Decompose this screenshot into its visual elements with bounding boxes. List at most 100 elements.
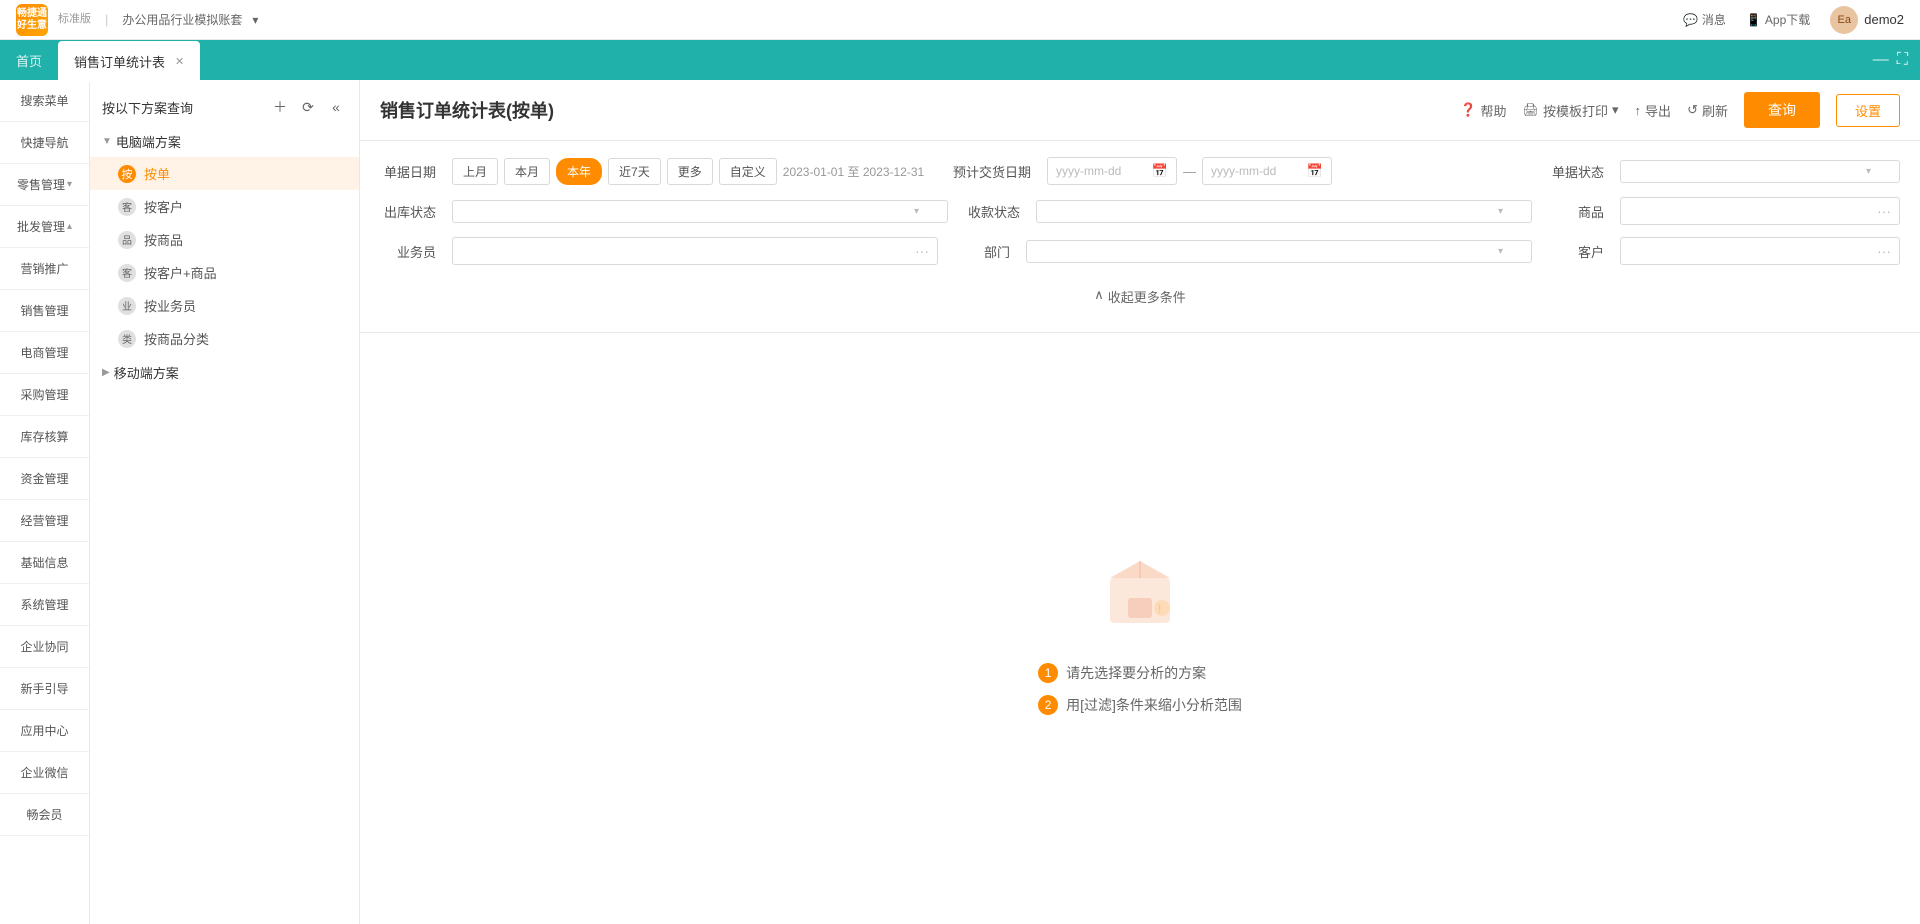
- sidebar-item-purchase[interactable]: 采购管理: [0, 374, 89, 416]
- print-button[interactable]: 🖨 按模板打印 ▾: [1522, 101, 1618, 120]
- product-ellipsis-icon[interactable]: ···: [1877, 203, 1891, 219]
- message-label: 消息: [1702, 11, 1726, 28]
- customer-ellipsis-icon[interactable]: ···: [1877, 243, 1891, 259]
- avatar-text: Ea: [1838, 14, 1851, 26]
- delivery-select[interactable]: ▾: [452, 200, 948, 223]
- expected-date-label: 预计交货日期: [953, 162, 1031, 181]
- scheme-group-mobile-label: 移动端方案: [114, 363, 179, 382]
- tab-home[interactable]: 首页: [0, 40, 58, 80]
- sidebar-item-finance[interactable]: 资金管理: [0, 458, 89, 500]
- payment-select[interactable]: ▾: [1036, 200, 1532, 223]
- sidebar-item-quicknav[interactable]: 快捷导航: [0, 122, 89, 164]
- sidebar-item-apps[interactable]: 应用中心: [0, 710, 89, 752]
- date-btn-custom[interactable]: 自定义: [719, 158, 777, 185]
- tab-sales-order[interactable]: 销售订单统计表 ✕: [58, 41, 200, 82]
- sidebar-item-wechat[interactable]: 企业微信: [0, 752, 89, 794]
- scheme-panel-icons: ＋ ⟳ «: [269, 96, 347, 118]
- sidebar-item-sales[interactable]: 销售管理: [0, 290, 89, 332]
- settings-button[interactable]: 设置: [1836, 94, 1900, 127]
- expected-date-from-placeholder: yyyy-mm-dd: [1056, 164, 1121, 178]
- export-button[interactable]: ↑ 导出: [1635, 101, 1672, 120]
- scheme-collapse-icon[interactable]: «: [325, 96, 347, 118]
- scheme-group-desktop-header[interactable]: ▼ 电脑端方案: [90, 126, 359, 157]
- scheme-add-icon[interactable]: ＋: [269, 96, 291, 118]
- empty-hint-1: 1 请先选择要分析的方案: [1038, 663, 1242, 683]
- refresh-label: 刷新: [1702, 101, 1728, 120]
- staff-ellipsis-icon[interactable]: ···: [915, 243, 929, 259]
- scheme-group-mobile-header[interactable]: ▶ 移动端方案: [90, 357, 359, 388]
- scheme-panel: 按以下方案查询 ＋ ⟳ « ▼ 电脑端方案 按 按单 客: [90, 80, 360, 924]
- scheme-item-by-order[interactable]: 按 按单: [90, 157, 359, 190]
- sidebar-item-system-label: 系统管理: [20, 598, 68, 612]
- app-subtitle: 标准版: [58, 12, 91, 26]
- payment-select-arrow: ▾: [1498, 206, 1503, 217]
- tab-bar: 首页 销售订单统计表 ✕ — ⛶: [0, 40, 1920, 80]
- sidebar-item-marketing-label: 营销推广: [20, 262, 68, 276]
- sidebar-item-basic[interactable]: 基础信息: [0, 542, 89, 584]
- sidebar-item-wholesale[interactable]: 批发管理 ▴: [0, 206, 89, 248]
- refresh-button[interactable]: ↺ 刷新: [1687, 101, 1728, 120]
- sidebar-item-apps-label: 应用中心: [20, 724, 68, 738]
- product-input[interactable]: ···: [1620, 197, 1900, 225]
- expected-date-to[interactable]: yyyy-mm-dd 📅: [1202, 157, 1332, 185]
- export-icon: ↑: [1635, 103, 1642, 118]
- payment-label: 收款状态: [964, 202, 1020, 221]
- scheme-item-by-customer[interactable]: 客 按客户: [90, 190, 359, 223]
- help-icon: ❓: [1460, 102, 1476, 118]
- sidebar-item-system[interactable]: 系统管理: [0, 584, 89, 626]
- collapse-label: 收起更多条件: [1108, 287, 1186, 306]
- customer-input[interactable]: ···: [1620, 237, 1900, 265]
- sidebar-item-retail-label: 零售管理: [17, 176, 65, 193]
- scheme-item-by-category[interactable]: 类 按商品分类: [90, 322, 359, 355]
- chevron-up-icon: ▴: [67, 221, 72, 232]
- hint-num-1: 1: [1038, 663, 1058, 683]
- date-btn-this-month[interactable]: 本月: [504, 158, 550, 185]
- scheme-item-by-customer-product[interactable]: 客 按客户+商品: [90, 256, 359, 289]
- sidebar-item-management[interactable]: 经营管理: [0, 500, 89, 542]
- query-button[interactable]: 查询: [1744, 92, 1820, 128]
- scheme-item-icon-category: 类: [118, 330, 136, 348]
- scheme-item-by-staff[interactable]: 业 按业务员: [90, 289, 359, 322]
- main-content: 销售订单统计表(按单) ❓ 帮助 🖨 按模板打印 ▾ ↑ 导出: [360, 80, 1920, 924]
- sidebar-item-retail[interactable]: 零售管理 ▾: [0, 164, 89, 206]
- date-btn-7days[interactable]: 近7天: [608, 158, 661, 185]
- status-select[interactable]: ▾: [1620, 160, 1900, 183]
- message-button[interactable]: 💬 消息: [1683, 11, 1726, 28]
- date-filter-label: 单据日期: [380, 162, 436, 181]
- scheme-group-arrow-down: ▼: [102, 136, 112, 147]
- dept-select[interactable]: ▾: [1026, 240, 1532, 263]
- sidebar-item-member[interactable]: 畅会员: [0, 794, 89, 836]
- scheme-item-by-product[interactable]: 品 按商品: [90, 223, 359, 256]
- expected-date-from[interactable]: yyyy-mm-dd 📅: [1047, 157, 1177, 185]
- delivery-select-arrow: ▾: [914, 206, 919, 217]
- sidebar-item-guide[interactable]: 新手引导: [0, 668, 89, 710]
- collapse-bar[interactable]: ∧ 收起更多条件: [380, 277, 1900, 316]
- page-subtitle: 办公用品行业模拟账套: [122, 11, 242, 28]
- date-btn-this-year[interactable]: 本年: [556, 158, 602, 185]
- sidebar-item-search[interactable]: 搜索菜单: [0, 80, 89, 122]
- expected-date-to-placeholder: yyyy-mm-dd: [1211, 164, 1276, 178]
- hint-text-2: 用[过滤]条件来缩小分析范围: [1066, 695, 1242, 715]
- tab-minimize-icon[interactable]: —: [1873, 51, 1889, 69]
- scheme-item-label-product: 按商品: [144, 230, 183, 249]
- export-label: 导出: [1645, 101, 1671, 120]
- sidebar-item-inventory[interactable]: 库存核算: [0, 416, 89, 458]
- tab-maximize-icon[interactable]: ⛶: [1897, 51, 1908, 69]
- help-button[interactable]: ❓ 帮助: [1460, 101, 1506, 120]
- date-btn-last-month[interactable]: 上月: [452, 158, 498, 185]
- user-profile[interactable]: Ea demo2: [1830, 6, 1904, 34]
- tab-sales-order-label: 销售订单统计表: [74, 52, 165, 71]
- sidebar-item-marketing[interactable]: 营销推广: [0, 248, 89, 290]
- tab-close-icon[interactable]: ✕: [175, 55, 184, 68]
- page-dropdown[interactable]: ▾: [252, 13, 258, 27]
- sidebar-item-ecommerce[interactable]: 电商管理: [0, 332, 89, 374]
- staff-input[interactable]: ···: [452, 237, 938, 265]
- scheme-item-icon-customer-product: 客: [118, 264, 136, 282]
- sidebar-item-enterprise[interactable]: 企业协同: [0, 626, 89, 668]
- scheme-group-label: 电脑端方案: [116, 132, 181, 151]
- product-label: 商品: [1548, 202, 1604, 221]
- avatar: Ea: [1830, 6, 1858, 34]
- date-btn-more[interactable]: 更多: [667, 158, 713, 185]
- app-download-button[interactable]: 📱 App下载: [1746, 11, 1810, 28]
- scheme-refresh-icon[interactable]: ⟳: [297, 96, 319, 118]
